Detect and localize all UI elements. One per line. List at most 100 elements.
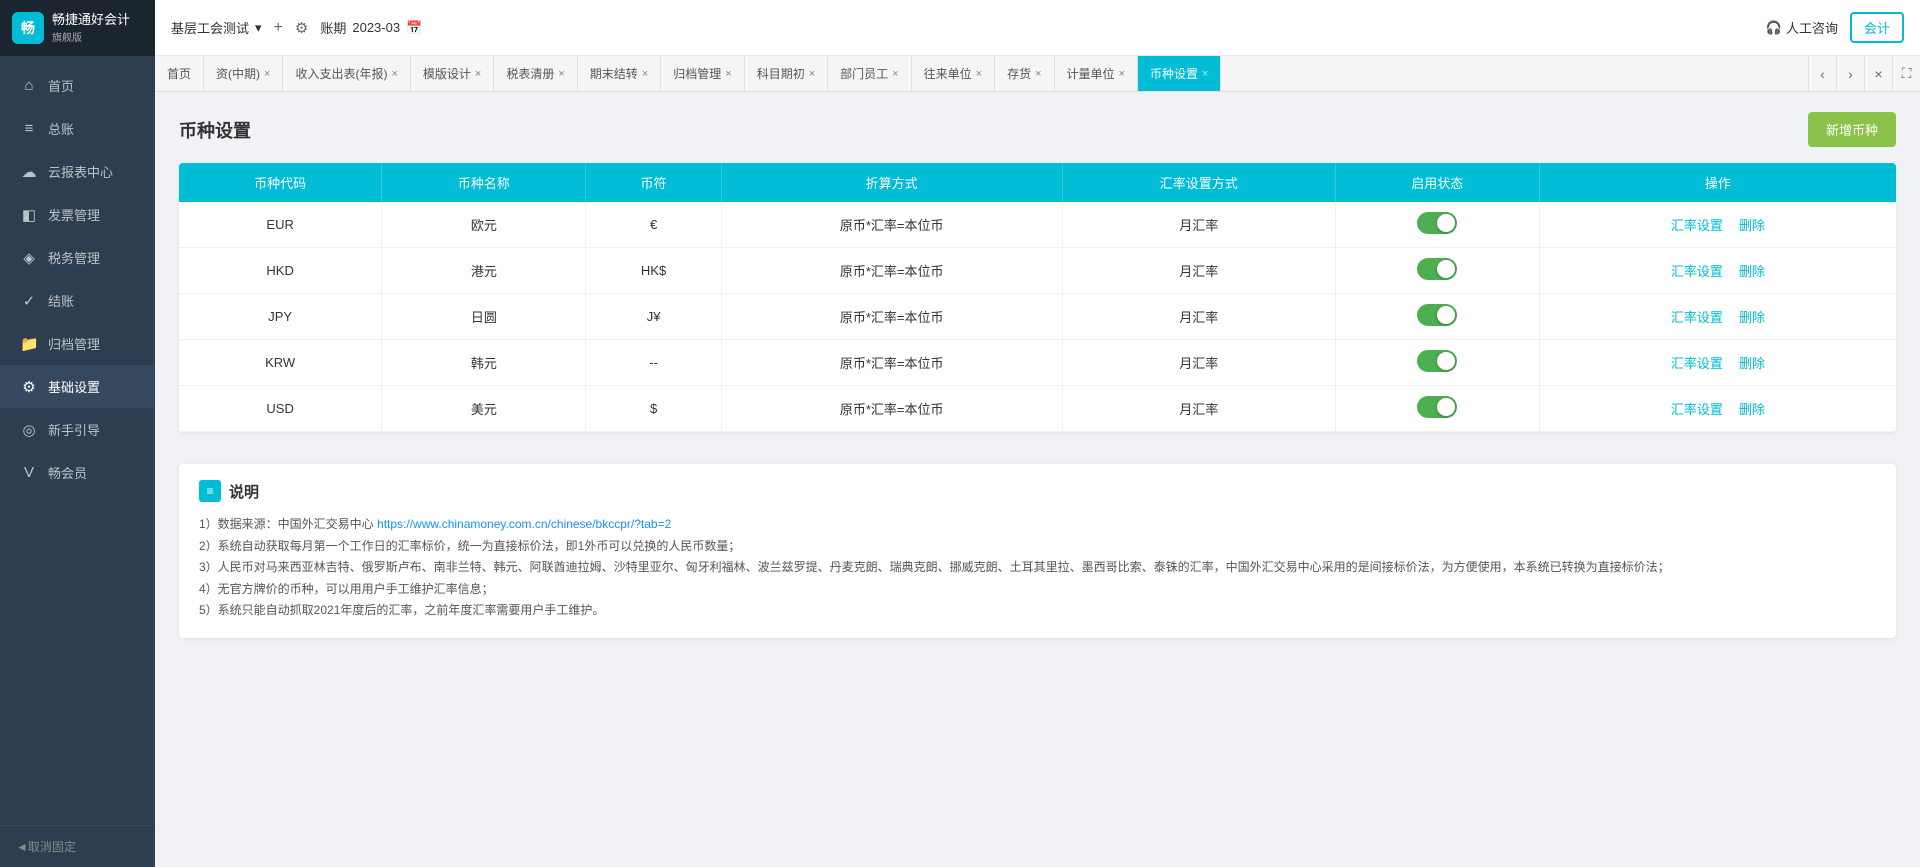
tab-close-currency[interactable]: × (1202, 68, 1208, 80)
tab-label-unit: 计量单位 (1067, 65, 1115, 82)
tab-prev-btn[interactable]: ‹ (1808, 56, 1836, 92)
tab-close-template[interactable]: × (475, 68, 481, 80)
cell-name: 港元 (382, 248, 586, 294)
tab-home[interactable]: 首页 (155, 56, 204, 92)
cell-rate-type: 月汇率 (1062, 294, 1335, 340)
tab-close-archive[interactable]: × (725, 68, 731, 80)
rate-setting-link[interactable]: 汇率设置 (1671, 402, 1723, 417)
cell-name: 日圆 (382, 294, 586, 340)
cloud-icon: ☁ (20, 163, 38, 181)
cell-code: KRW (179, 340, 382, 386)
tab-bs[interactable]: 资(中期) × (204, 56, 283, 92)
content-area: 币种设置 新增币种 币种代码 币种名称 币符 折算方式 汇率设置方式 启用状态 … (155, 92, 1920, 867)
status-toggle[interactable] (1417, 212, 1457, 234)
home-icon: ⌂ (20, 77, 38, 94)
table-row: HKD港元HK$原币*汇率=本位币月汇率汇率设置删除 (179, 248, 1896, 294)
app-edition: 旗舰版 (52, 29, 130, 44)
cell-conversion: 原币*汇率=本位币 (721, 340, 1062, 386)
rate-setting-link[interactable]: 汇率设置 (1671, 264, 1723, 279)
tab-next-btn[interactable]: › (1836, 56, 1864, 92)
cell-code: JPY (179, 294, 382, 340)
sidebar-item-ledger[interactable]: ≡ 总账 (0, 107, 155, 150)
tab-close-subject[interactable]: × (809, 68, 815, 80)
sidebar-item-home[interactable]: ⌂ 首页 (0, 64, 155, 107)
sidebar-label-member: 畅会员 (48, 463, 87, 482)
tab-close-all-btn[interactable]: × (1864, 56, 1892, 92)
sidebar-item-settings[interactable]: ⚙ 基础设置 (0, 365, 155, 408)
tab-close-taxclear[interactable]: × (558, 68, 564, 80)
tab-archive[interactable]: 归档管理 × (661, 56, 744, 92)
tab-taxclear[interactable]: 税表清册 × (494, 56, 577, 92)
settings-icon: ⚙ (20, 378, 38, 396)
project-name: 基层工会测试 (171, 18, 249, 37)
calendar-icon[interactable]: 📅 (406, 20, 422, 36)
tab-close-period-end[interactable]: × (642, 68, 648, 80)
sidebar-item-reports[interactable]: ☁ 云报表中心 (0, 150, 155, 193)
currency-table: 币种代码 币种名称 币符 折算方式 汇率设置方式 启用状态 操作 EUR欧元€原… (179, 163, 1896, 432)
sidebar-item-settlement[interactable]: ✓ 结账 (0, 279, 155, 322)
tab-unit[interactable]: 计量单位 × (1055, 56, 1138, 92)
tab-close-income[interactable]: × (391, 68, 397, 80)
tab-close-unit[interactable]: × (1119, 68, 1125, 80)
member-icon: V (20, 464, 38, 481)
account-button[interactable]: 会计 (1850, 12, 1904, 43)
sidebar-label-settlement: 结账 (48, 291, 74, 310)
tab-label-home: 首页 (167, 65, 191, 82)
tab-currency[interactable]: 币种设置 × (1138, 56, 1221, 92)
tab-period-end[interactable]: 期末结转 × (578, 56, 661, 92)
cell-action: 汇率设置 删除 (1539, 340, 1896, 386)
tab-close-bs[interactable]: × (264, 68, 270, 80)
unpin-btn[interactable]: ◄取消固定 (0, 825, 155, 867)
rate-setting-link[interactable]: 汇率设置 (1671, 310, 1723, 325)
service-btn[interactable]: 🎧 人工咨询 (1766, 18, 1838, 37)
rate-setting-link[interactable]: 汇率设置 (1671, 218, 1723, 233)
tab-close-partner[interactable]: × (976, 68, 982, 80)
tab-label-income: 收入支出表(年报) (295, 65, 387, 82)
table-row: EUR欧元€原币*汇率=本位币月汇率汇率设置删除 (179, 202, 1896, 248)
sidebar-item-member[interactable]: V 畅会员 (0, 451, 155, 494)
add-tab-btn[interactable]: + (274, 19, 283, 37)
status-toggle[interactable] (1417, 350, 1457, 372)
tab-income[interactable]: 收入支出表(年报) × (283, 56, 410, 92)
tab-close-dept[interactable]: × (892, 68, 898, 80)
notes-list: 1）数据来源：中国外汇交易中心 https://www.chinamoney.c… (199, 514, 1876, 622)
cell-symbol: J¥ (586, 294, 721, 340)
delete-link[interactable]: 删除 (1739, 218, 1765, 233)
cell-name: 韩元 (382, 340, 586, 386)
sidebar-label-archive: 归档管理 (48, 334, 100, 353)
tab-subject[interactable]: 科目期初 × (745, 56, 828, 92)
status-toggle[interactable] (1417, 304, 1457, 326)
tab-label-bs: 资(中期) (216, 65, 260, 82)
delete-link[interactable]: 删除 (1739, 310, 1765, 325)
sidebar-item-tax[interactable]: ◈ 税务管理 (0, 236, 155, 279)
new-currency-btn[interactable]: 新增币种 (1808, 112, 1896, 147)
tab-template[interactable]: 模版设计 × (411, 56, 494, 92)
delete-link[interactable]: 删除 (1739, 356, 1765, 371)
tab-label-template: 模版设计 (423, 65, 471, 82)
status-toggle[interactable] (1417, 258, 1457, 280)
sidebar-item-guide[interactable]: ◎ 新手引导 (0, 408, 155, 451)
sidebar-item-invoice[interactable]: ◧ 发票管理 (0, 193, 155, 236)
cell-rate-type: 月汇率 (1062, 202, 1335, 248)
cell-rate-type: 月汇率 (1062, 248, 1335, 294)
tab-inventory[interactable]: 存货 × (995, 56, 1054, 92)
tab-partner[interactable]: 往来单位 × (912, 56, 995, 92)
tab-close-inventory[interactable]: × (1035, 68, 1041, 80)
status-toggle[interactable] (1417, 396, 1457, 418)
col-header-code: 币种代码 (179, 163, 382, 202)
project-selector[interactable]: 基层工会测试 ▾ (171, 18, 262, 37)
project-settings-icon[interactable]: ⚙ (295, 19, 308, 37)
notes-link[interactable]: https://www.chinamoney.com.cn/chinese/bk… (377, 517, 671, 531)
notes-item: 5）系统只能自动抓取2021年度后的汇率，之前年度汇率需要用户手工维护。 (199, 600, 1876, 622)
page-title: 币种设置 (179, 117, 251, 143)
tab-maximize-btn[interactable]: ⛶ (1892, 56, 1920, 92)
delete-link[interactable]: 删除 (1739, 402, 1765, 417)
cell-rate-type: 月汇率 (1062, 386, 1335, 432)
col-header-symbol: 币符 (586, 163, 721, 202)
sidebar-item-archive[interactable]: 📁 归档管理 (0, 322, 155, 365)
delete-link[interactable]: 删除 (1739, 264, 1765, 279)
main-area: 基层工会测试 ▾ + ⚙ 账期 2023-03 📅 🎧 人工咨询 会计 首页 资… (155, 0, 1920, 867)
tab-label-dept: 部门员工 (840, 65, 888, 82)
rate-setting-link[interactable]: 汇率设置 (1671, 356, 1723, 371)
tab-dept[interactable]: 部门员工 × (828, 56, 911, 92)
